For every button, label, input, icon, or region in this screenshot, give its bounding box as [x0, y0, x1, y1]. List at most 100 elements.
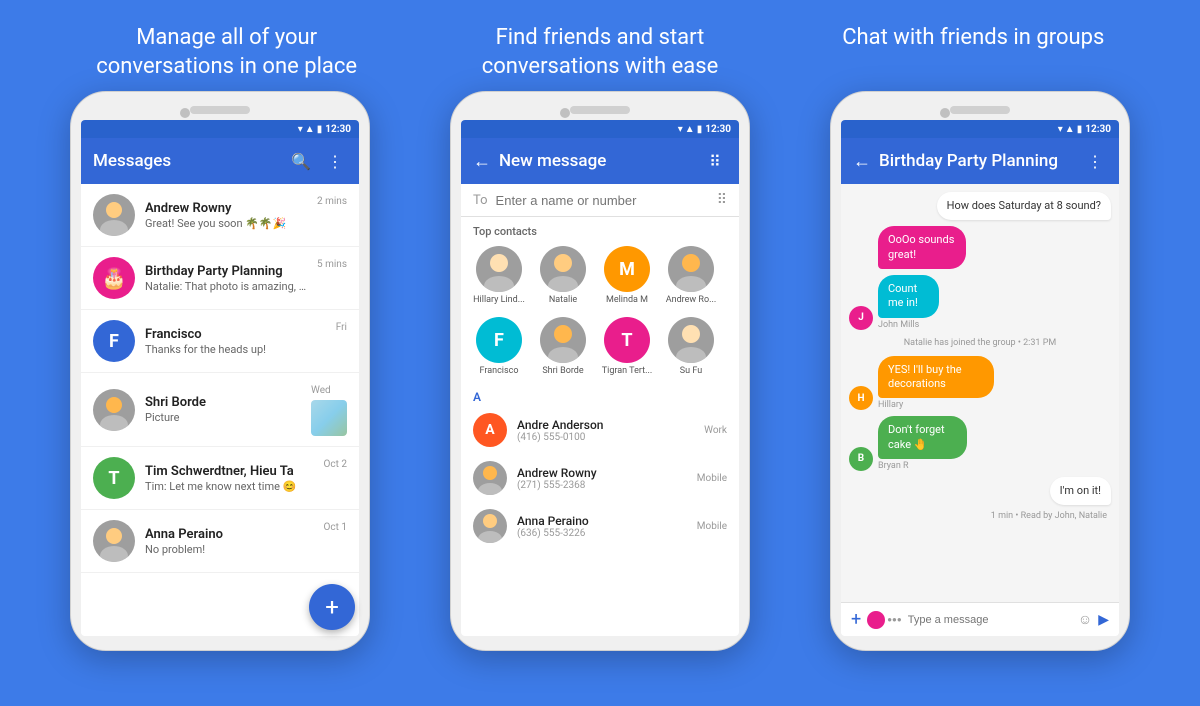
app-bar-2: ← New message ⠿ — [461, 138, 739, 184]
keypad-icon[interactable]: ⠿ — [703, 149, 727, 173]
to-label: To — [473, 193, 488, 208]
chat-msg-decorations: H YES! I'll buy the decorations Hillary — [849, 356, 1111, 411]
contact-row-andre[interactable]: A Andre Anderson (416) 555-0100 Work — [461, 406, 739, 454]
list-item[interactable]: 🎂 Birthday Party Planning Natalie: That … — [81, 247, 359, 310]
contact-row-avatar — [473, 509, 507, 543]
msg-name: Shri Borde — [145, 395, 301, 410]
contact-tigran[interactable]: T Tigran Tert... — [597, 317, 657, 376]
contacts-grid-row1: Hillary Lind... Natalie M Melinda M — [461, 242, 739, 313]
chat-input-bar: + ●●● ☺ ▶ — [841, 602, 1119, 636]
msg-time: 5 mins — [317, 259, 347, 270]
send-icon[interactable]: ▶ — [1098, 612, 1109, 628]
contact-avatar: F — [476, 317, 522, 363]
wifi-icon-2: ▾ — [678, 124, 683, 135]
contact-avatar — [540, 246, 586, 292]
alphabet-header-a: A — [461, 384, 739, 406]
typing-indicator: ●●● — [867, 611, 902, 629]
contact-row-number: (271) 555-2368 — [517, 480, 687, 491]
grid-icon[interactable]: ⠿ — [717, 192, 727, 208]
status-icons-2: ▾ ▲ ▮ — [678, 124, 702, 135]
phone-1: ▾ ▲ ▮ 12:30 Messages 🔍 ⋮ — [70, 91, 370, 651]
wifi-icon: ▾ — [298, 124, 303, 135]
contact-name: Melinda M — [597, 295, 657, 305]
contact-row-type: Work — [704, 425, 727, 436]
menu-icon[interactable]: ⋮ — [323, 149, 347, 173]
contact-melinda[interactable]: M Melinda M — [597, 246, 657, 305]
to-input[interactable] — [496, 193, 709, 208]
phone-2: ▾ ▲ ▮ 12:30 ← New message ⠿ To ⠿ Top con… — [450, 91, 750, 651]
phone-speaker-2 — [570, 106, 630, 114]
back-button-2[interactable]: ← — [473, 151, 491, 172]
msg-content-tim: Tim Schwerdtner, Hieu Ta Tim: Let me kno… — [145, 464, 314, 493]
chat-msg-sounds: OoOo sounds great! — [849, 226, 1111, 269]
contact-name: Andrew Ro... — [661, 295, 721, 305]
status-bar-1: ▾ ▲ ▮ 12:30 — [81, 120, 359, 138]
contact-row-number: (636) 555-3226 — [517, 528, 687, 539]
chat-avatar-john: J — [849, 306, 873, 330]
fab-button[interactable]: + — [309, 584, 355, 630]
chat-message-input[interactable] — [908, 614, 1072, 626]
contact-name: Francisco — [469, 366, 529, 376]
avatar-shri — [93, 389, 135, 431]
phone-camera-3 — [940, 108, 950, 118]
contact-row-annap[interactable]: Anna Peraino (636) 555-3226 Mobile — [461, 502, 739, 550]
signal-icon-2: ▲ — [685, 124, 695, 135]
contact-natalie[interactable]: Natalie — [533, 246, 593, 305]
avatar-francisco: F — [93, 320, 135, 362]
contact-name: Su Fu — [661, 366, 721, 376]
signal-icon: ▲ — [305, 124, 315, 135]
bubble: Count me in! — [878, 275, 939, 318]
typing-avatar — [867, 611, 885, 629]
phone-3: ▾ ▲ ▮ 12:30 ← Birthday Party Planning ⋮ … — [830, 91, 1130, 651]
msg-preview: Picture — [145, 411, 301, 424]
msg-time: Wed — [311, 385, 331, 396]
msg-time: Oct 2 — [324, 459, 348, 470]
messages-list: Andrew Rowny Great! See you soon 🌴🌴🎉 2 m… — [81, 184, 359, 636]
status-icons-3: ▾ ▲ ▮ — [1058, 124, 1082, 135]
msg-name: Birthday Party Planning — [145, 264, 307, 279]
phone-speaker-3 — [950, 106, 1010, 114]
contact-row-andrewrowny[interactable]: Andrew Rowny (271) 555-2368 Mobile — [461, 454, 739, 502]
msg-right-col: Wed — [311, 383, 347, 436]
phone-screen-2: ▾ ▲ ▮ 12:30 ← New message ⠿ To ⠿ Top con… — [461, 120, 739, 636]
chat-msg-count: J Count me in! John Mills — [849, 275, 1111, 330]
list-item[interactable]: T Tim Schwerdtner, Hieu Ta Tim: Let me k… — [81, 447, 359, 510]
contact-name: Shri Borde — [533, 366, 593, 376]
msg-content-francisco: Francisco Thanks for the heads up! — [145, 327, 326, 356]
list-item[interactable]: Shri Borde Picture Wed — [81, 373, 359, 447]
contact-row-name: Andrew Rowny — [517, 466, 687, 480]
contact-avatar — [540, 317, 586, 363]
contact-name: Natalie — [533, 295, 593, 305]
phone-camera-1 — [180, 108, 190, 118]
battery-icon-3: ▮ — [1077, 124, 1083, 135]
app-bar-icons-1: 🔍 ⋮ — [289, 149, 347, 173]
fab-icon: + — [325, 593, 339, 621]
bubble: OoOo sounds great! — [878, 226, 966, 269]
phone-speaker-1 — [190, 106, 250, 114]
list-item[interactable]: F Francisco Thanks for the heads up! Fri — [81, 310, 359, 373]
contact-sufu[interactable]: Su Fu — [661, 317, 721, 376]
chat-avatar-bryan: B — [849, 447, 873, 471]
add-icon[interactable]: + — [851, 609, 861, 630]
msg-preview: No problem! — [145, 543, 314, 556]
avatar-bpp: 🎂 — [93, 257, 135, 299]
back-button-3[interactable]: ← — [853, 151, 871, 172]
menu-icon-3[interactable]: ⋮ — [1083, 149, 1107, 173]
contact-shri[interactable]: Shri Borde — [533, 317, 593, 376]
phone-camera-2 — [560, 108, 570, 118]
contact-row-number: (416) 555-0100 — [517, 432, 694, 443]
contact-row-avatar: A — [473, 413, 507, 447]
read-receipt: 1 min • Read by John, Natalie — [849, 511, 1107, 521]
emoji-icon[interactable]: ☺ — [1078, 611, 1092, 628]
list-item[interactable]: Anna Peraino No problem! Oct 1 — [81, 510, 359, 573]
contact-hillary[interactable]: Hillary Lind... — [469, 246, 529, 305]
list-item[interactable]: Andrew Rowny Great! See you soon 🌴🌴🎉 2 m… — [81, 184, 359, 247]
contact-francisco[interactable]: F Francisco — [469, 317, 529, 376]
msg-name: Tim Schwerdtner, Hieu Ta — [145, 464, 314, 479]
avatar-andrew — [93, 194, 135, 236]
search-icon[interactable]: 🔍 — [289, 149, 313, 173]
msg-time: 2 mins — [317, 196, 347, 207]
phone-screen-3: ▾ ▲ ▮ 12:30 ← Birthday Party Planning ⋮ … — [841, 120, 1119, 636]
app-bar-1: Messages 🔍 ⋮ — [81, 138, 359, 184]
contact-andrew-r[interactable]: Andrew Ro... — [661, 246, 721, 305]
